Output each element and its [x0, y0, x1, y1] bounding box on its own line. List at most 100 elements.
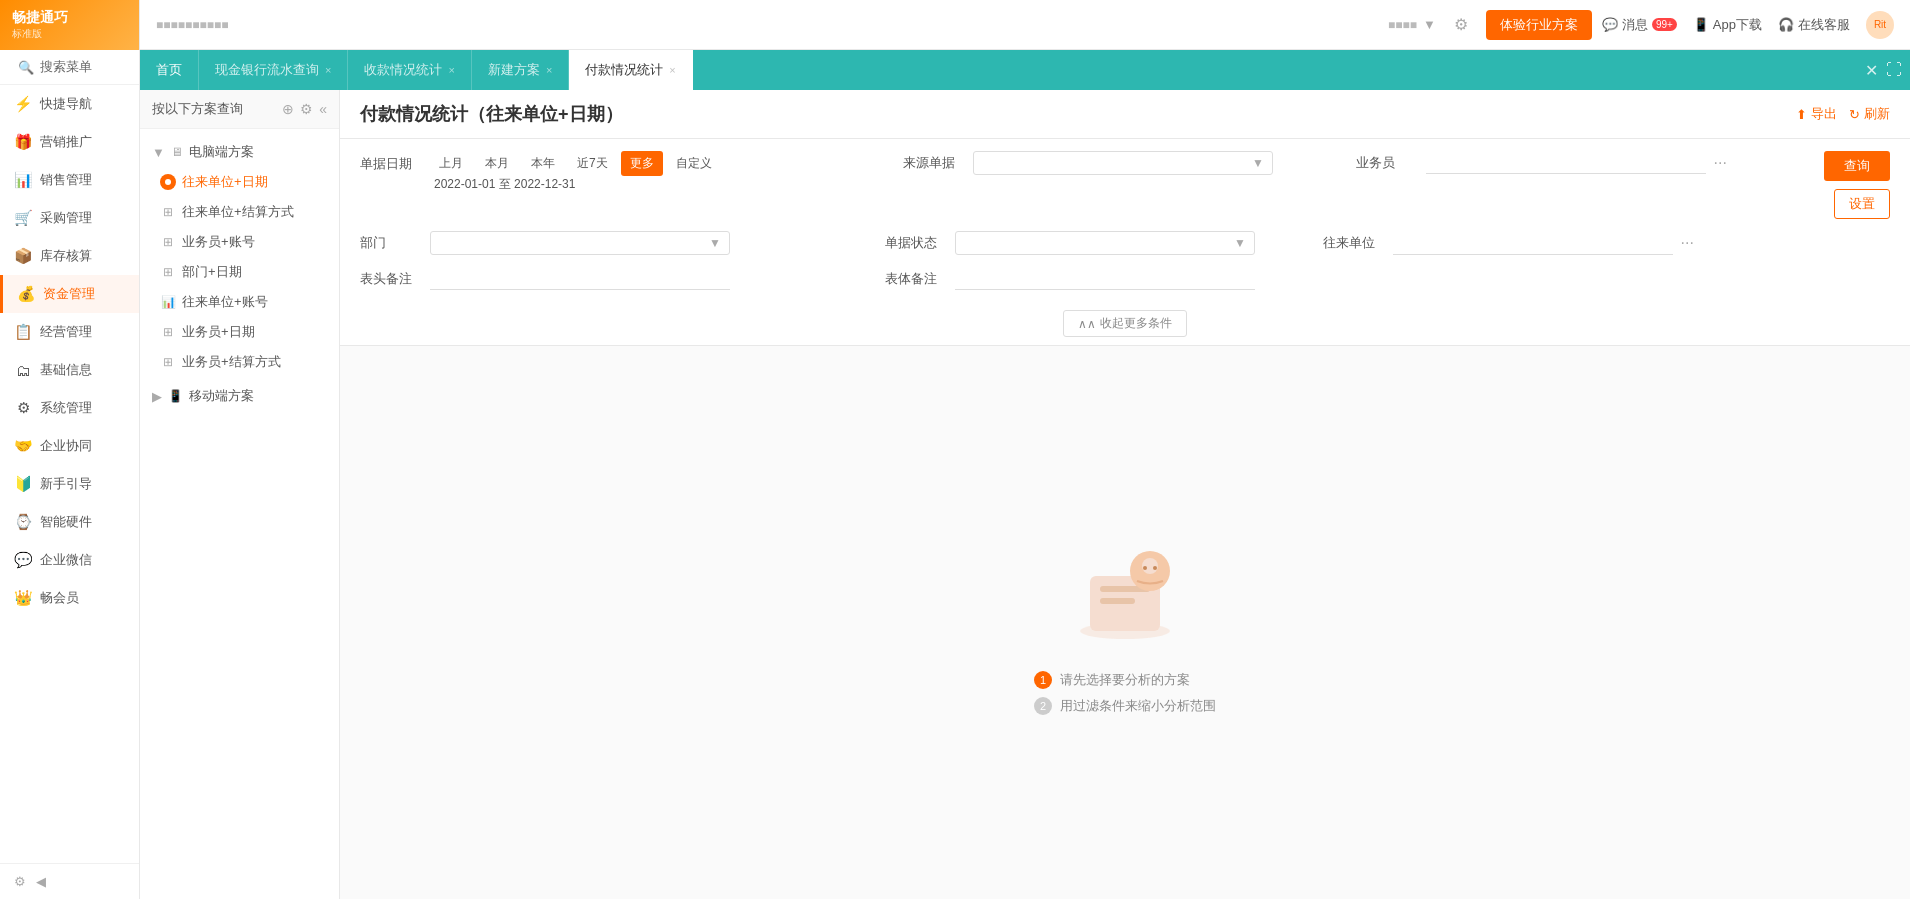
group-arrow-icon: ▼ — [152, 145, 165, 160]
date-opt-this-month[interactable]: 本月 — [476, 151, 518, 176]
sidebar-item-operations[interactable]: 📋 经营管理 — [0, 313, 139, 351]
home-label: 首页 — [156, 61, 182, 79]
scheme-panel: 按以下方案查询 ⊕ ⚙ « ▼ 🖥 电脑端方案 — [140, 90, 340, 899]
avatar[interactable]: Rit — [1866, 11, 1894, 39]
date-opt-custom[interactable]: 自定义 — [667, 151, 721, 176]
sidebar-item-inventory[interactable]: 📦 库存核算 — [0, 237, 139, 275]
scheme-item-employee-account[interactable]: ⊞ 业务员+账号 — [148, 227, 339, 257]
tab-new-scheme[interactable]: 新建方案 × — [472, 50, 569, 90]
sidebar-label-inventory: 库存核算 — [40, 247, 92, 265]
marketing-icon: 🎁 — [14, 133, 32, 151]
content-area: 按以下方案查询 ⊕ ⚙ « ▼ 🖥 电脑端方案 — [140, 90, 1910, 899]
date-opt-last-month[interactable]: 上月 — [430, 151, 472, 176]
empty-tip-2: 2 用过滤条件来缩小分析范围 — [1034, 697, 1216, 715]
tab-close-bank-flow[interactable]: × — [325, 64, 331, 76]
partner-dots-icon[interactable]: ··· — [1681, 234, 1694, 252]
filter-dept-col: 部门 ▼ — [360, 231, 885, 255]
body-note-input[interactable] — [955, 267, 1255, 290]
scheme-icon-chart: 📊 — [160, 294, 176, 310]
top-header: ■■■■■■■■■■ ■■■■ ▼ ⚙ 体验行业方案 💬 消息 99+ 📱 Ap… — [140, 0, 1910, 50]
scheme-item-employee-date[interactable]: ⊞ 业务员+日期 — [148, 317, 339, 347]
tab-bank-flow[interactable]: 现金银行流水查询 × — [199, 50, 348, 90]
sidebar-item-purchase[interactable]: 🛒 采购管理 — [0, 199, 139, 237]
sidebar-item-quick-nav[interactable]: ⚡ 快捷导航 — [0, 85, 139, 123]
empty-area: 1 请先选择要分析的方案 2 用过滤条件来缩小分析范围 — [340, 346, 1910, 899]
tab-home[interactable]: 首页 — [140, 50, 199, 90]
sidebar-item-system[interactable]: ⚙ 系统管理 — [0, 389, 139, 427]
sidebar-item-sales[interactable]: 📊 销售管理 — [0, 161, 139, 199]
date-opt-this-year[interactable]: 本年 — [522, 151, 564, 176]
date-opt-7days[interactable]: 近7天 — [568, 151, 617, 176]
sidebar-label-hardware: 智能硬件 — [40, 513, 92, 531]
empty-tip-1: 1 请先选择要分析的方案 — [1034, 671, 1216, 689]
refresh-button[interactable]: ↻ 刷新 — [1849, 105, 1890, 123]
search-menu[interactable]: 🔍 搜索菜单 — [0, 50, 139, 85]
filter-status-col: 单据状态 ▼ — [885, 231, 1323, 255]
scheme-icon-grid5: ⊞ — [160, 354, 176, 370]
sidebar-item-capital[interactable]: 💰 资金管理 — [0, 275, 139, 313]
sidebar-item-hardware[interactable]: ⌚ 智能硬件 — [0, 503, 139, 541]
sidebar-item-basic-info[interactable]: 🗂 基础信息 — [0, 351, 139, 389]
sidebar-item-wechat[interactable]: 💬 企业微信 — [0, 541, 139, 579]
scheme-icon-grid4: ⊞ — [160, 324, 176, 340]
settings-gear-icon[interactable]: ⚙ — [1454, 15, 1468, 34]
empty-svg — [1065, 531, 1185, 651]
app-download-btn[interactable]: 📱 App下载 — [1693, 16, 1762, 34]
filter-row-3: 表头备注 表体备注 — [360, 267, 1890, 290]
sidebar-item-vip[interactable]: 👑 畅会员 — [0, 579, 139, 617]
scheme-item-partner-payment[interactable]: ⊞ 往来单位+结算方式 — [148, 197, 339, 227]
tab-close-receipts[interactable]: × — [448, 64, 454, 76]
operations-icon: 📋 — [14, 323, 32, 341]
tab-payment-stats[interactable]: 付款情况统计 × — [569, 50, 692, 90]
mobile-group-header[interactable]: ▶ 📱 移动端方案 — [140, 381, 339, 411]
employee-dots-icon[interactable]: ··· — [1714, 154, 1727, 172]
tab-close-new-scheme[interactable]: × — [546, 64, 552, 76]
messages-badge: 99+ — [1652, 18, 1677, 31]
voucher-status-select[interactable]: ▼ — [955, 231, 1255, 255]
scheme-item-partner-account[interactable]: 📊 往来单位+账号 — [148, 287, 339, 317]
collapse-label: 收起更多条件 — [1100, 315, 1172, 332]
source-select[interactable]: ▼ — [973, 151, 1273, 175]
partner-label: 往来单位 — [1323, 234, 1393, 252]
date-opt-more[interactable]: 更多 — [621, 151, 663, 176]
logo-text: 畅捷通巧 — [12, 9, 68, 27]
trial-button[interactable]: 体验行业方案 — [1486, 10, 1592, 40]
partner-input[interactable] — [1393, 232, 1673, 255]
sidebar-item-marketing[interactable]: 🎁 营销推广 — [0, 123, 139, 161]
header-note-input[interactable] — [430, 267, 730, 290]
capital-icon: 💰 — [17, 285, 35, 303]
add-scheme-icon[interactable]: ⊕ — [282, 101, 294, 117]
export-button[interactable]: ⬆ 导出 — [1796, 105, 1837, 123]
scheme-item-dept-date[interactable]: ⊞ 部门+日期 — [148, 257, 339, 287]
query-button[interactable]: 查询 — [1824, 151, 1890, 181]
scheme-item-employee-payment[interactable]: ⊞ 业务员+结算方式 — [148, 347, 339, 377]
breadcrumb: ■■■■■■■■■■ — [156, 18, 1378, 32]
export-icon: ⬆ — [1796, 107, 1807, 122]
company-selector[interactable]: ■■■■ ▼ — [1388, 17, 1436, 32]
messages-btn[interactable]: 💬 消息 99+ — [1602, 16, 1677, 34]
collapse-sidebar-icon[interactable]: ◀ — [36, 874, 46, 889]
close-all-tabs-icon[interactable]: ✕ — [1865, 61, 1878, 80]
desktop-scheme-group: ▼ 🖥 电脑端方案 往来单位+日期 ⊞ 往来单位+结算方式 — [140, 137, 339, 377]
employee-input[interactable] — [1426, 151, 1706, 174]
collapse-button[interactable]: ∧∧ 收起更多条件 — [1063, 310, 1187, 337]
desktop-group-header[interactable]: ▼ 🖥 电脑端方案 — [140, 137, 339, 167]
purchase-icon: 🛒 — [14, 209, 32, 227]
sidebar-item-enterprise[interactable]: 🤝 企业协同 — [0, 427, 139, 465]
filter-body-note-col: 表体备注 — [885, 267, 1323, 290]
settings-icon[interactable]: ⚙ — [14, 874, 26, 889]
tab-receipts-stats[interactable]: 收款情况统计 × — [348, 50, 471, 90]
maximize-icon[interactable]: ⛶ — [1886, 61, 1902, 79]
online-service-btn[interactable]: 🎧 在线客服 — [1778, 16, 1850, 34]
filter-partner-col: 往来单位 ··· — [1323, 232, 1761, 255]
scheme-collapse-icon[interactable]: « — [319, 101, 327, 117]
sidebar-label-purchase: 采购管理 — [40, 209, 92, 227]
sidebar-item-guide[interactable]: 🔰 新手引导 — [0, 465, 139, 503]
department-select[interactable]: ▼ — [430, 231, 730, 255]
tab-close-payment-stats[interactable]: × — [669, 64, 675, 76]
source-dropdown-arrow: ▼ — [1252, 156, 1264, 170]
setting-button[interactable]: 设置 — [1834, 189, 1890, 219]
scheme-settings-icon[interactable]: ⚙ — [300, 101, 313, 117]
scheme-item-label-employee-date: 业务员+日期 — [182, 323, 255, 341]
scheme-item-partner-date[interactable]: 往来单位+日期 — [148, 167, 339, 197]
